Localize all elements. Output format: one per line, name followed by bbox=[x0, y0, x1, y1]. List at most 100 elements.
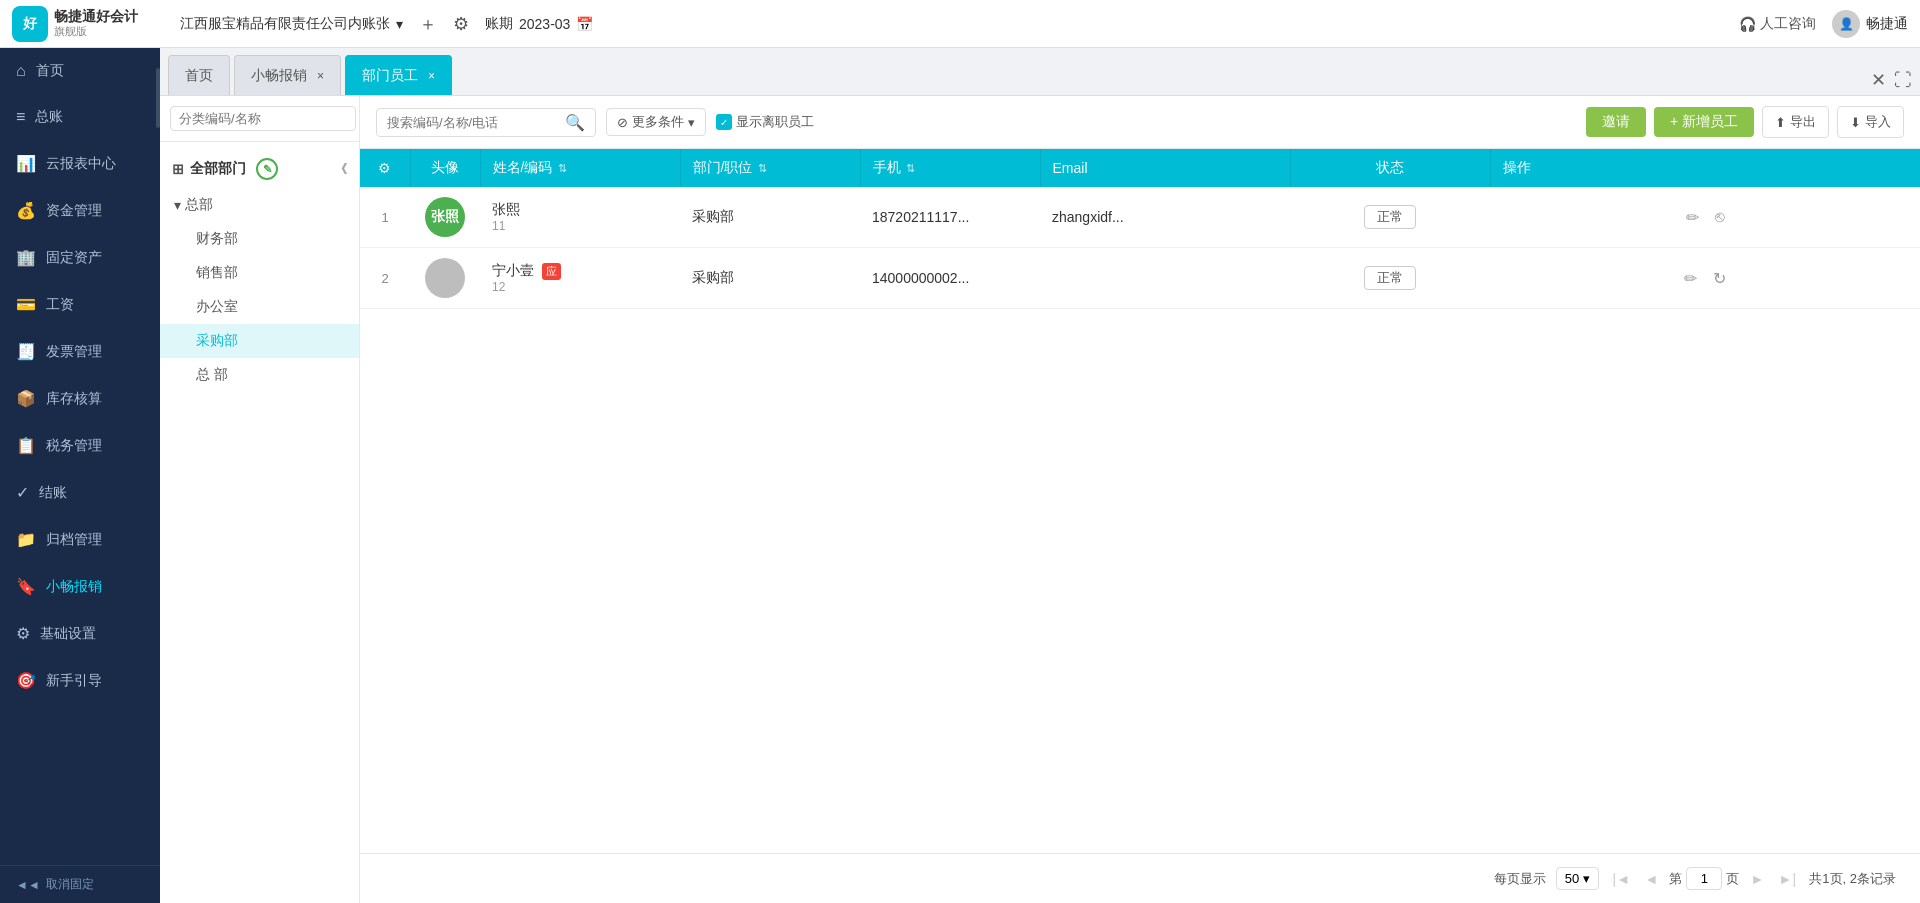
sidebar-item-expense[interactable]: 🔖 小畅报销 bbox=[0, 563, 160, 610]
logo-icon: 好 bbox=[12, 6, 48, 42]
employee-search-input[interactable] bbox=[387, 115, 561, 130]
sidebar-item-archive[interactable]: 📁 归档管理 bbox=[0, 516, 160, 563]
close-tab-btn[interactable]: ✕ bbox=[1871, 69, 1886, 91]
tab-expense-close[interactable]: × bbox=[317, 69, 324, 83]
sidebar-item-salary[interactable]: 💳 工资 bbox=[0, 281, 160, 328]
chevron-down-icon: ▾ bbox=[174, 197, 181, 213]
sidebar-item-settings[interactable]: ⚙ 基础设置 bbox=[0, 610, 160, 657]
dept-collapse-icon[interactable]: 《 bbox=[335, 161, 347, 178]
th-dept[interactable]: 部门/职位 ⇅ bbox=[680, 149, 860, 187]
sidebar-item-label: 发票管理 bbox=[46, 343, 102, 361]
name-code-1: 张熙 11 bbox=[492, 201, 668, 233]
th-setting[interactable]: ⚙ bbox=[360, 149, 410, 187]
sidebar-item-label: 资金管理 bbox=[46, 202, 102, 220]
row-dept-2: 采购部 bbox=[680, 248, 860, 309]
expand-tab-btn[interactable]: ⛶ bbox=[1894, 70, 1912, 91]
tab-expense[interactable]: 小畅报销 × bbox=[234, 55, 341, 95]
dept-item-finance[interactable]: 财务部 bbox=[160, 222, 359, 256]
tab-employees-label: 部门员工 bbox=[362, 67, 418, 85]
dept-item-hq[interactable]: ▾ 总部 bbox=[160, 188, 359, 222]
th-name[interactable]: 姓名/编码 ⇅ bbox=[480, 149, 680, 187]
service-button[interactable]: 🎧 人工咨询 bbox=[1739, 15, 1816, 33]
sidebar-item-guide[interactable]: 🎯 新手引导 bbox=[0, 657, 160, 704]
th-action: 操作 bbox=[1490, 149, 1920, 187]
import-button[interactable]: ⬇ 导入 bbox=[1837, 106, 1904, 138]
sidebar-item-inventory[interactable]: 📦 库存核算 bbox=[0, 375, 160, 422]
dept-search-input[interactable] bbox=[170, 106, 356, 131]
dept-item-hq2[interactable]: 总 部 bbox=[160, 358, 359, 392]
dept-purchase-label: 采购部 bbox=[196, 332, 238, 348]
row-actions-2: ✏ ↻ bbox=[1490, 248, 1920, 309]
archive-icon: 📁 bbox=[16, 530, 36, 549]
sidebar-item-ledger[interactable]: ≡ 总账 bbox=[0, 94, 160, 140]
sidebar-item-funds[interactable]: 💰 资金管理 bbox=[0, 187, 160, 234]
tab-employees[interactable]: 部门员工 × bbox=[345, 55, 452, 95]
sidebar-item-invoice[interactable]: 🧾 发票管理 bbox=[0, 328, 160, 375]
filter-button[interactable]: ⊘ 更多条件 ▾ bbox=[606, 108, 706, 136]
page-content: 🔍 ⊞ 全部部门 ✎ 《 ▾ 总部 财务部 bbox=[160, 96, 1920, 903]
th-phone[interactable]: 手机 ⇅ bbox=[860, 149, 1040, 187]
add-employee-button[interactable]: + 新增员工 bbox=[1654, 107, 1754, 137]
employee-panel: 🔍 ⊘ 更多条件 ▾ ✓ 显示离职员工 邀请 bbox=[360, 96, 1920, 903]
first-page-btn[interactable]: |◄ bbox=[1609, 867, 1633, 891]
dept-item-purchase[interactable]: 采购部 bbox=[160, 324, 359, 358]
settings-icon[interactable]: ⚙ bbox=[453, 13, 469, 35]
dept-item-office[interactable]: 办公室 bbox=[160, 290, 359, 324]
sidebar-item-home[interactable]: ⌂ 首页 bbox=[0, 48, 160, 94]
company-selector[interactable]: 江西服宝精品有限责任公司内账张 ▾ bbox=[180, 15, 403, 33]
logout-icon-1[interactable]: ⎋ bbox=[1715, 208, 1725, 226]
settings-col-icon: ⚙ bbox=[378, 160, 391, 176]
settings-gear-icon: ⚙ bbox=[16, 624, 30, 643]
sidebar-item-tax[interactable]: 📋 税务管理 bbox=[0, 422, 160, 469]
show-left-checkbox[interactable]: ✓ 显示离职员工 bbox=[716, 113, 814, 131]
employee-toolbar: 🔍 ⊘ 更多条件 ▾ ✓ 显示离职员工 邀请 bbox=[360, 96, 1920, 149]
unpin-button[interactable]: ◄◄ 取消固定 bbox=[0, 865, 160, 903]
calendar-icon[interactable]: 📅 bbox=[576, 16, 593, 32]
edit-icon-2[interactable]: ✏ bbox=[1684, 269, 1697, 288]
user-area[interactable]: 👤 畅捷通 bbox=[1832, 10, 1908, 38]
dept-hq-label: 总部 bbox=[185, 196, 213, 214]
dept-item-sales[interactable]: 销售部 bbox=[160, 256, 359, 290]
tab-home-label: 首页 bbox=[185, 67, 213, 85]
next-page-btn[interactable]: ► bbox=[1745, 867, 1769, 891]
row-dept-1: 采购部 bbox=[680, 187, 860, 248]
import-icon: ⬇ bbox=[1850, 115, 1861, 130]
th-email: Email bbox=[1040, 149, 1290, 187]
company-name: 江西服宝精品有限责任公司内账张 bbox=[180, 15, 390, 33]
search-icon[interactable]: 🔍 bbox=[565, 113, 585, 132]
prev-page-btn[interactable]: ◄ bbox=[1639, 867, 1663, 891]
refresh-icon-2[interactable]: ↻ bbox=[1713, 269, 1726, 288]
top-header: 好 畅捷通好会计 旗舰版 江西服宝精品有限责任公司内账张 ▾ ＋ ⚙ 账期 20… bbox=[0, 0, 1920, 48]
page-label: 第 bbox=[1669, 870, 1682, 888]
dept-office-label: 办公室 bbox=[196, 298, 238, 314]
tab-employees-close[interactable]: × bbox=[428, 69, 435, 83]
row-status-2: 正常 bbox=[1290, 248, 1490, 309]
dept-edit-button[interactable]: ✎ bbox=[256, 158, 278, 180]
export-button[interactable]: ⬆ 导出 bbox=[1762, 106, 1829, 138]
per-page-select[interactable]: 50 ▾ bbox=[1556, 867, 1599, 890]
tab-home[interactable]: 首页 bbox=[168, 55, 230, 95]
sidebar-item-checkout[interactable]: ✓ 结账 bbox=[0, 469, 160, 516]
row-phone-1: 18720211117... bbox=[860, 187, 1040, 248]
dept-panel: 🔍 ⊞ 全部部门 ✎ 《 ▾ 总部 财务部 bbox=[160, 96, 360, 903]
sidebar-item-assets[interactable]: 🏢 固定资产 bbox=[0, 234, 160, 281]
export-label: 导出 bbox=[1790, 113, 1816, 131]
sidebar: ⌂ 首页 ≡ 总账 📊 云报表中心 💰 资金管理 🏢 固定资产 💳 工资 bbox=[0, 48, 160, 903]
dept-sales-label: 销售部 bbox=[196, 264, 238, 280]
row-name-2: 宁小壹 应 12 bbox=[480, 248, 680, 309]
edit-icon-1[interactable]: ✏ bbox=[1686, 208, 1699, 227]
sidebar-item-reports[interactable]: 📊 云报表中心 bbox=[0, 140, 160, 187]
expense-icon: 🔖 bbox=[16, 577, 36, 596]
invite-button[interactable]: 邀请 bbox=[1586, 107, 1646, 137]
dept-tree: ⊞ 全部部门 ✎ 《 ▾ 总部 财务部 销售部 bbox=[160, 142, 359, 903]
tab-bar: 首页 小畅报销 × 部门员工 × ✕ ⛶ bbox=[160, 48, 1920, 96]
all-dept-item[interactable]: ⊞ 全部部门 ✎ 《 bbox=[160, 150, 359, 188]
page-input[interactable] bbox=[1686, 867, 1722, 890]
add-icon[interactable]: ＋ bbox=[419, 12, 437, 36]
total-info: 共1页, 2条记录 bbox=[1809, 870, 1896, 888]
top-right: 🎧 人工咨询 👤 畅捷通 bbox=[1739, 10, 1908, 38]
sidebar-item-label: 新手引导 bbox=[46, 672, 102, 690]
row-avatar-1: 张照 bbox=[410, 187, 480, 248]
last-page-btn[interactable]: ►| bbox=[1775, 867, 1799, 891]
reports-icon: 📊 bbox=[16, 154, 36, 173]
